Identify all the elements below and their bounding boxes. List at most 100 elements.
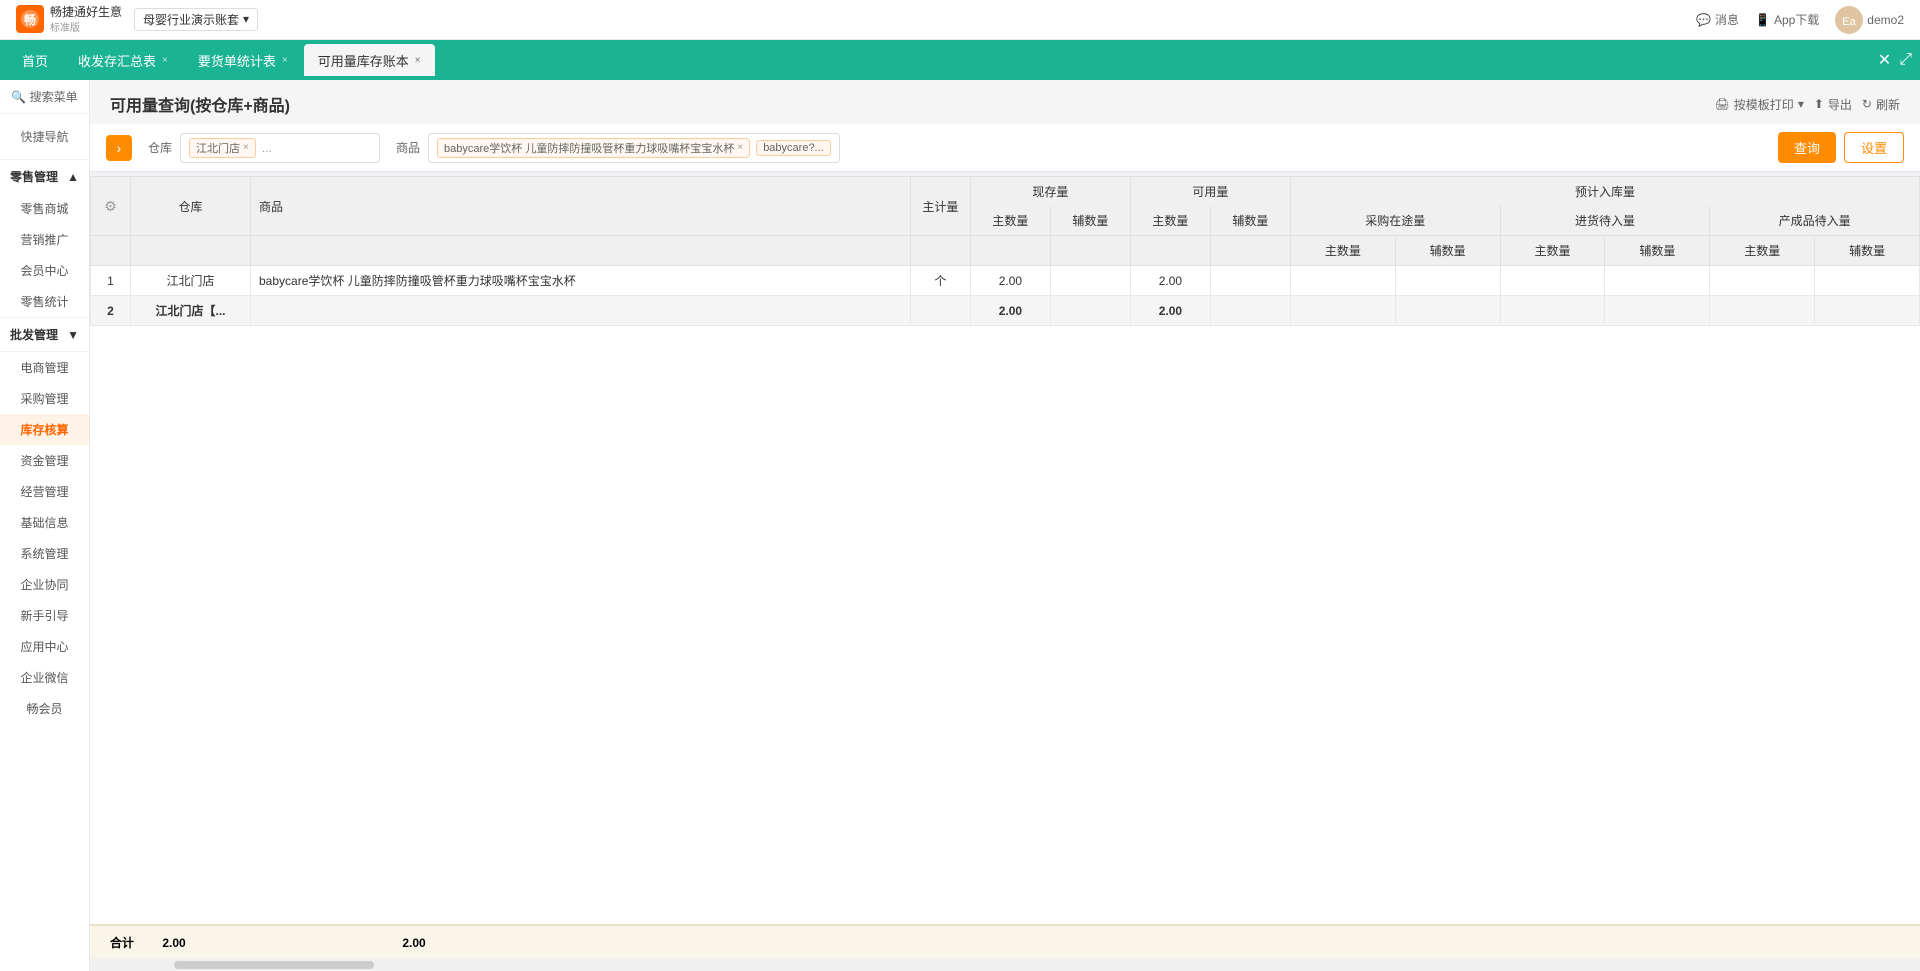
refresh-button[interactable]: ↻ 刷新	[1862, 96, 1900, 113]
sidebar-item-appcenter[interactable]: 应用中心	[0, 631, 89, 662]
top-bar-left: 畅 畅捷通好生意 标准版 母婴行业演示账套 ▾	[16, 5, 258, 34]
th-purchase-transit-group: 采购在途量	[1290, 206, 1500, 236]
tab-2-label: 要货单统计表	[198, 51, 276, 70]
sidebar-item-purchase[interactable]: 采购管理	[0, 383, 89, 414]
tab-home[interactable]: 首页	[8, 44, 62, 76]
sidebar-item-system[interactable]: 系统管理	[0, 538, 89, 569]
export-label: 导出	[1828, 96, 1852, 113]
th-avail-main: 主数量	[1130, 206, 1210, 236]
sidebar-item-basic[interactable]: 基础信息	[0, 507, 89, 538]
tab-3-close[interactable]: ×	[415, 55, 421, 66]
query-button[interactable]: 查询	[1778, 132, 1836, 163]
sidebar-section-retail-header[interactable]: 零售管理 ▲	[0, 160, 89, 193]
product-extra-value: babycare?...	[763, 142, 824, 154]
td-purchase-main	[1290, 266, 1395, 296]
content-area: 可用量查询(按仓库+商品) 🖨 按模板打印 ▾ ⬆ 导出 ↻ 刷新	[90, 80, 1920, 971]
sidebar: 🔍 搜索菜单 快捷导航 零售管理 ▲ 零售商城 营销推广 会员中心	[0, 80, 90, 971]
chevron-print-icon: ▾	[1798, 97, 1804, 111]
th-empty-4	[910, 236, 970, 266]
th-productin-main: 主数量	[1710, 236, 1815, 266]
scrollbar-thumb[interactable]	[174, 961, 374, 969]
tab-3[interactable]: 可用量库存账本 ×	[304, 44, 435, 76]
system-label: 系统管理	[20, 547, 68, 561]
sidebar-item-ecommerce[interactable]: 电商管理	[0, 352, 89, 383]
message-icon: 💬	[1696, 13, 1711, 27]
wholesale-label: 批发管理	[10, 326, 58, 343]
message-button[interactable]: 💬 消息	[1696, 11, 1739, 28]
newguide-label: 新手引导	[20, 609, 68, 623]
th-current-stock: 现存量	[970, 177, 1130, 207]
purchase-label: 采购管理	[20, 392, 68, 406]
product-input[interactable]: babycare学饮杯 儿童防摔防撞吸管杯重力球吸嘴杯宝宝水杯 × babyca…	[428, 133, 840, 163]
sidebar-item-inventory[interactable]: 库存核算	[0, 414, 89, 445]
message-label: 消息	[1715, 11, 1739, 28]
td-goodsin-aux	[1605, 296, 1710, 326]
chevron-icon-2: ▼	[67, 328, 79, 342]
sidebar-item-corpwechat[interactable]: 企业微信	[0, 662, 89, 693]
product-filter-group: 商品 babycare学饮杯 儿童防摔防撞吸管杯重力球吸嘴杯宝宝水杯 × bab…	[396, 133, 840, 163]
table-body: 1江北门店babycare学饮杯 儿童防摔防撞吸管杯重力球吸嘴杯宝宝水杯个2.0…	[91, 266, 1920, 326]
tab-1-close[interactable]: ×	[162, 55, 168, 66]
sidebar-search[interactable]: 🔍 搜索菜单	[0, 80, 89, 114]
warehouse-tag-close[interactable]: ×	[243, 142, 249, 153]
tab-2[interactable]: 要货单统计表 ×	[184, 44, 302, 76]
td-product: babycare学饮杯 儿童防摔防撞吸管杯重力球吸嘴杯宝宝水杯	[251, 266, 911, 296]
sidebar-section-wholesale-header[interactable]: 批发管理 ▼	[0, 318, 89, 351]
appcenter-label: 应用中心	[20, 640, 68, 654]
sidebar-item-operation[interactable]: 经营管理	[0, 476, 89, 507]
sidebar-item-marketing[interactable]: 营销推广	[0, 224, 89, 255]
export-button[interactable]: ⬆ 导出	[1814, 96, 1852, 113]
sidebar-item-enterprise[interactable]: 企业协同	[0, 569, 89, 600]
td-purchase-main	[1290, 296, 1395, 326]
changhui-label: 畅会员	[26, 702, 62, 716]
print-button[interactable]: 🖨 按模板打印 ▾	[1715, 96, 1804, 113]
sidebar-item-changhui[interactable]: 畅会员	[0, 693, 89, 724]
industry-select[interactable]: 母婴行业演示账套 ▾	[134, 8, 258, 31]
close-icon[interactable]: ✕	[1878, 50, 1891, 70]
app-download-button[interactable]: 📱 App下载	[1755, 11, 1819, 28]
td-num: 2	[91, 296, 131, 326]
sidebar-item-retail-mall[interactable]: 零售商城	[0, 193, 89, 224]
th-gear: ⚙	[91, 177, 131, 236]
th-goodsin-aux: 辅数量	[1605, 236, 1710, 266]
user-avatar-area[interactable]: Ea demo2	[1835, 6, 1904, 34]
table-row: 2江北门店【...2.002.00	[91, 296, 1920, 326]
maximize-icon[interactable]: ⤢	[1899, 51, 1912, 69]
warehouse-input[interactable]: 江北门店 × ...	[180, 133, 380, 163]
tab-2-close[interactable]: ×	[282, 55, 288, 66]
sidebar-item-quicknav[interactable]: 快捷导航	[0, 122, 89, 151]
sidebar-item-newguide[interactable]: 新手引导	[0, 600, 89, 631]
table-header-sub: 主数量 辅数量 主数量 辅数量 主数量	[91, 236, 1920, 266]
product-tag: babycare学饮杯 儿童防摔防撞吸管杯重力球吸嘴杯宝宝水杯 ×	[437, 138, 750, 158]
th-current-main: 主数量	[970, 206, 1050, 236]
filter-toggle-button[interactable]: ›	[106, 135, 132, 161]
chevron-icon: ▲	[67, 170, 79, 184]
sidebar-item-member[interactable]: 会员中心	[0, 255, 89, 286]
refresh-icon: ↻	[1862, 97, 1872, 111]
tab-1-label: 收发存汇总表	[78, 51, 156, 70]
svg-text:Ea: Ea	[1843, 16, 1857, 28]
td-unit	[910, 296, 970, 326]
product-extra-tag: babycare?...	[756, 140, 831, 156]
setting-button[interactable]: 设置	[1844, 132, 1904, 163]
industry-select-label: 母婴行业演示账套	[143, 11, 239, 28]
corpwechat-label: 企业微信	[20, 671, 68, 685]
home-label: 首页	[22, 51, 48, 70]
warehouse-more[interactable]: ...	[262, 141, 272, 155]
sidebar-item-finance[interactable]: 资金管理	[0, 445, 89, 476]
refresh-label: 刷新	[1876, 96, 1900, 113]
tab-1[interactable]: 收发存汇总表 ×	[64, 44, 182, 76]
product-tag-close[interactable]: ×	[737, 142, 743, 153]
th-avail-aux: 辅数量	[1210, 206, 1290, 236]
th-unit: 主计量	[910, 177, 970, 236]
horizontal-scrollbar[interactable]	[90, 959, 1920, 971]
logo-subtext: 标准版	[50, 19, 122, 34]
app-download-label: App下载	[1774, 11, 1819, 28]
td-current-aux	[1050, 296, 1130, 326]
th-purchase-aux: 辅数量	[1395, 236, 1500, 266]
sidebar-item-retail-stats[interactable]: 零售统计	[0, 286, 89, 317]
operation-label: 经营管理	[20, 485, 68, 499]
gear-icon[interactable]: ⚙	[104, 198, 117, 214]
print-label: 按模板打印	[1734, 96, 1794, 113]
table-row: 1江北门店babycare学饮杯 儿童防摔防撞吸管杯重力球吸嘴杯宝宝水杯个2.0…	[91, 266, 1920, 296]
